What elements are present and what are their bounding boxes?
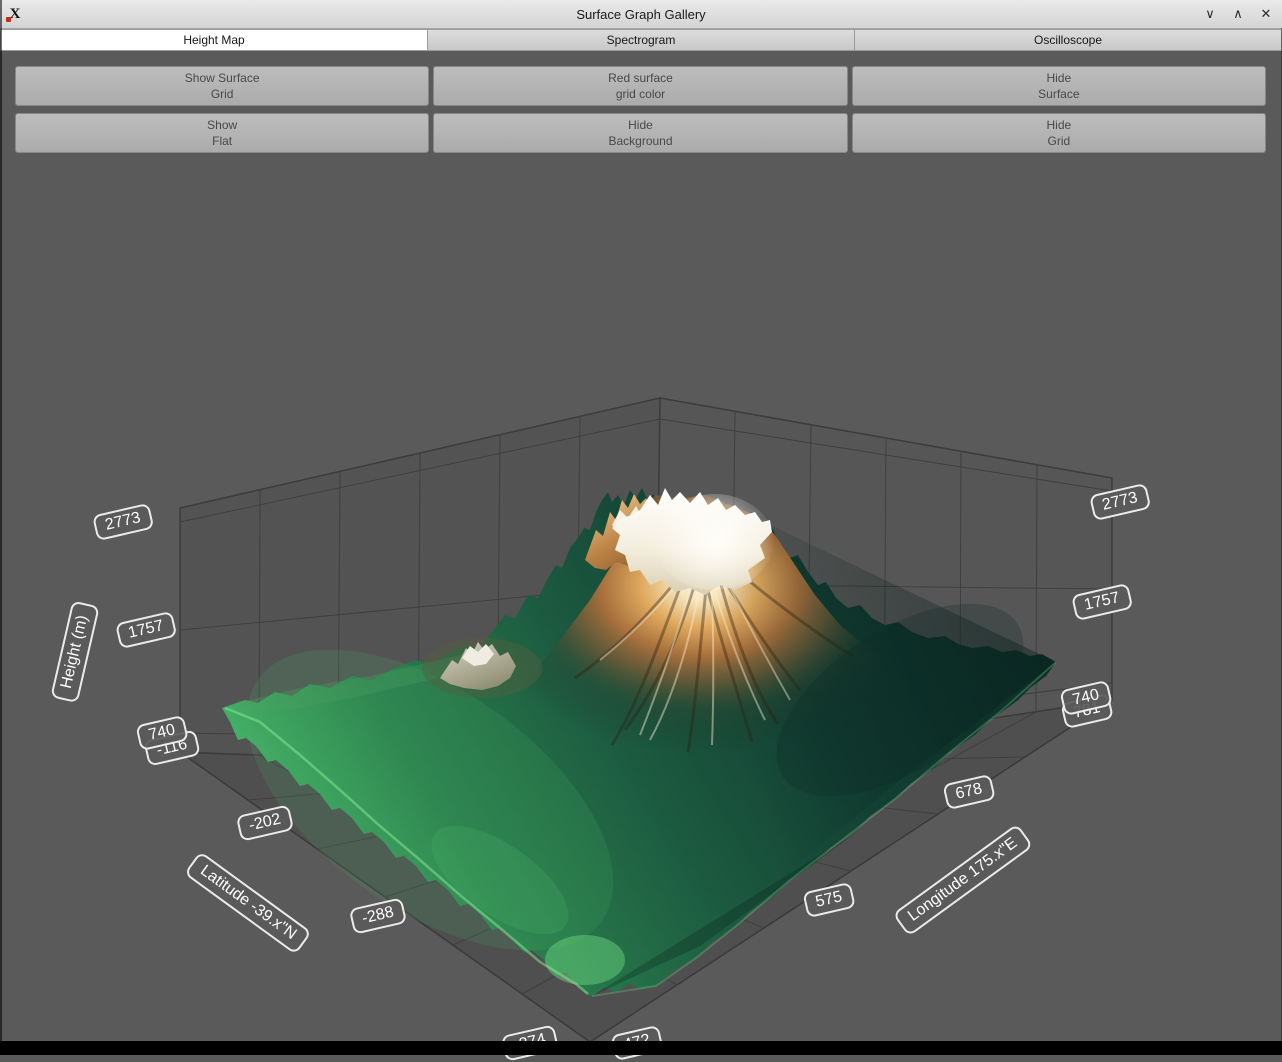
app-icon-glyph: X [10,6,21,22]
surface-grid-color-button[interactable]: Red surface grid color [433,66,847,106]
tab-oscilloscope[interactable]: Oscilloscope [855,29,1282,51]
toggle-surface-grid-button[interactable]: Show Surface Grid [15,66,429,106]
screen-edge-strip [0,1041,1282,1055]
close-window-button[interactable]: ✕ [1258,6,1274,22]
shade-window-button[interactable]: ∨ [1202,6,1218,22]
titlebar[interactable]: X Surface Graph Gallery ∨ ∧ ✕ [0,0,1282,29]
surface-plot-3d[interactable] [0,0,1282,1055]
window-left-border [0,0,2,1055]
tab-spectrogram[interactable]: Spectrogram [428,29,855,51]
show-flat-button[interactable]: Show Flat [15,113,429,153]
window-title: Surface Graph Gallery [0,0,1282,28]
hide-background-button[interactable]: Hide Background [433,113,847,153]
secondary-peak [422,638,542,698]
maximize-window-button[interactable]: ∧ [1230,6,1246,22]
hide-surface-button[interactable]: Hide Surface [852,66,1266,106]
tab-bar: Height Map Spectrogram Oscilloscope [0,29,1282,51]
app-icon-red-mark [6,17,11,22]
app-icon[interactable]: X [7,6,23,22]
hide-grid-button[interactable]: Hide Grid [852,113,1266,153]
control-button-grid: Show Surface Grid Red surface grid color… [15,66,1266,153]
tab-height-map[interactable]: Height Map [0,29,428,51]
